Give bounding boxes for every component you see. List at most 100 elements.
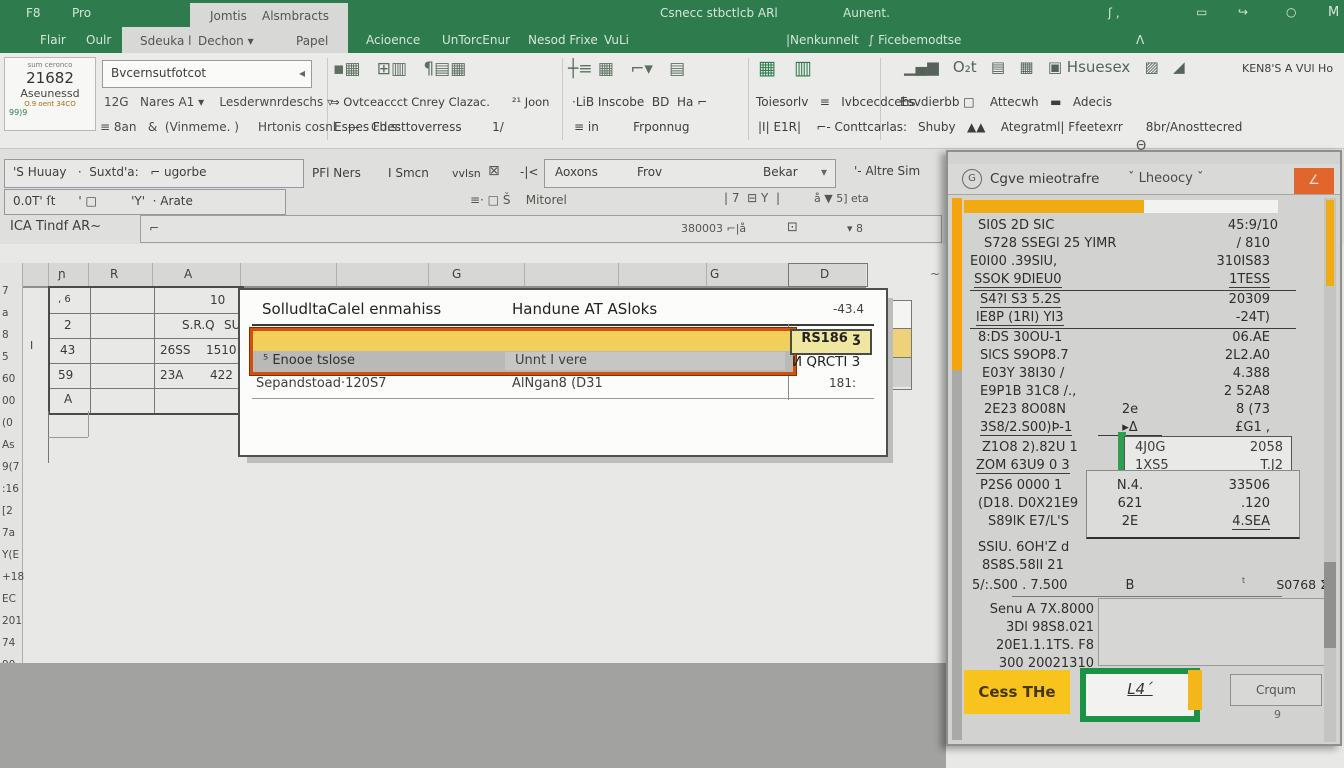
highlighted-value-box[interactable]: RS186 ʒ bbox=[790, 329, 872, 355]
alignment-label-row[interactable]: ⇒ Ovtceaccct Cnrey Clazac. ²¹ Joon bbox=[330, 95, 549, 109]
tab-dechon[interactable]: Dechon ▾ bbox=[198, 34, 254, 48]
list-item[interactable]: S728 SSEGl 25 YIMR / 810 bbox=[970, 236, 1296, 254]
collapse-icon[interactable]: Λ bbox=[1136, 33, 1144, 47]
frov-label[interactable]: Frov bbox=[637, 165, 662, 179]
autosave-label[interactable]: Aunent. bbox=[843, 6, 890, 20]
column-headers[interactable]: ɲ R A G G D bbox=[22, 263, 868, 288]
border-icons[interactable]: | 7 ⊟ Y | bbox=[724, 191, 780, 205]
file-menu[interactable]: F8 bbox=[26, 6, 41, 20]
tab-jomtis[interactable]: Jomtis bbox=[210, 9, 247, 23]
stats-card[interactable]: sum ceronco 21682 Aseunessd O.9 oent 34C… bbox=[4, 57, 96, 131]
altre-sim-label[interactable]: '- Altre Sim bbox=[854, 164, 920, 178]
row-number[interactable]: 00 bbox=[2, 395, 20, 407]
filter-box[interactable]: Aoxons Frov Bekar ▾ bbox=[544, 159, 836, 188]
tab-untorcenur[interactable]: UnTorcEnur bbox=[442, 33, 510, 47]
tab-vuli[interactable]: VuLi bbox=[604, 33, 629, 47]
font-tools-row[interactable]: 12G Nares A1 ▾ Lesderwnrdeschs ▿ bbox=[104, 95, 333, 109]
scrollbar-thumb[interactable] bbox=[1324, 562, 1336, 648]
i-smcn-label[interactable]: I Smcn bbox=[388, 166, 429, 180]
col-header-g1[interactable]: G bbox=[452, 267, 461, 281]
dialog-row[interactable]: Sepandstoad·120S7 AlNgan8 (D31 bbox=[250, 372, 790, 398]
number-icons[interactable]: ┼≡ ▦ ⌐▾ ▤ bbox=[568, 59, 685, 79]
tab-nenkunnelt[interactable]: |Nenkunnelt bbox=[786, 33, 859, 47]
name-box[interactable]: ICA Tindf AR~ bbox=[10, 219, 101, 234]
font-combobox[interactable]: Bvcernsutfotcot ◂ bbox=[102, 60, 312, 88]
alignment-icons[interactable]: ▪▦ ⊞▥ ¶▤▦ bbox=[333, 59, 466, 79]
tab-oulr[interactable]: Oulr bbox=[86, 33, 111, 47]
close-button[interactable]: ∠ bbox=[1294, 168, 1334, 194]
format-box[interactable]: 0.0T' ſt ' □ 'Y' · Arate bbox=[4, 189, 286, 215]
formula-input[interactable]: ⌐ 380003 ⌐|å ⊡ ▾ 8 bbox=[140, 215, 942, 243]
row-number[interactable]: +18 bbox=[2, 571, 24, 583]
pen-icon[interactable]: ʃ , bbox=[1108, 6, 1120, 20]
sort-icons[interactable]: å ▼ 5] eta bbox=[814, 192, 869, 205]
row-number[interactable]: 5 bbox=[2, 351, 20, 363]
chart-icons[interactable]: ▁▄▆ O₂t ▤ ▦ ▣ Hsuesex ▨ ◢ bbox=[904, 58, 1185, 76]
help-label[interactable]: KEN8'S A VUl Ho bbox=[1242, 62, 1333, 75]
number-label-row[interactable]: ·LiB Inscobe BD Ha ⌐ bbox=[572, 95, 707, 109]
vvlsn-label[interactable]: vvlsn bbox=[452, 167, 481, 180]
col-header-r[interactable]: R bbox=[110, 267, 118, 281]
signature-button[interactable]: L4ˊ bbox=[1080, 668, 1200, 722]
search-icon[interactable]: ○ bbox=[1286, 5, 1296, 19]
list-item[interactable]: E0I00 .39SlU, 310IS83 bbox=[970, 254, 1296, 272]
row-number[interactable]: (0 bbox=[2, 417, 20, 429]
col-header-a[interactable]: A bbox=[184, 267, 192, 281]
tab-flair[interactable]: Flair bbox=[40, 33, 66, 47]
row-number[interactable]: a bbox=[2, 307, 20, 319]
chevron-down-icon[interactable]: ◂ bbox=[299, 66, 305, 80]
share-icon[interactable]: ↪ bbox=[1238, 5, 1248, 19]
panel-subtitle[interactable]: ˇ Lheoocy ˇ bbox=[1128, 171, 1204, 186]
row-number[interactable]: Y(E bbox=[2, 549, 20, 561]
chevron-down-icon[interactable]: ▾ bbox=[821, 165, 827, 179]
list-item[interactable]: 8S8S.58lI 21 bbox=[970, 558, 1296, 576]
list-item[interactable]: SSIU. 6OH'Z d bbox=[970, 540, 1296, 558]
list-item[interactable]: lE8P (1RI) YI3 -24T) bbox=[970, 310, 1296, 329]
ribbon-display-icon[interactable]: ▭ bbox=[1196, 5, 1207, 19]
tab-acioence[interactable]: Acioence bbox=[366, 33, 420, 47]
primary-action-button[interactable]: Cess THe bbox=[964, 670, 1070, 714]
account-badge[interactable]: M bbox=[1328, 5, 1339, 20]
highlighted-cell[interactable] bbox=[885, 329, 911, 358]
cells-label-row2[interactable]: Shuby ▲▲ Ategratml| Ffeetexrr 8br/Anostt… bbox=[918, 120, 1242, 134]
aoxons-label[interactable]: Aoxons bbox=[555, 165, 598, 179]
row-number[interactable]: As bbox=[2, 439, 20, 451]
selected-row[interactable]: ⁵ Enooe tslose Unnt I vere bbox=[249, 327, 797, 376]
list-item[interactable]: (D18. D0X21E9 621 .120 bbox=[970, 496, 1296, 514]
panel-title-bar[interactable]: G Cgve mieotrafre ˇ Lheoocy ˇ bbox=[948, 164, 1340, 195]
row-number[interactable]: EC bbox=[2, 593, 20, 605]
fx-menu-item[interactable]: ∫ Ficebemodtse bbox=[868, 33, 961, 47]
dropdown-icon[interactable]: ▾ 8 bbox=[847, 222, 863, 235]
side-cell-column[interactable] bbox=[884, 300, 912, 390]
bekar-label[interactable]: Bekar bbox=[763, 165, 798, 179]
view-icons[interactable]: ≡· □ Š Mitorel bbox=[470, 193, 567, 207]
pfl-ners-label[interactable]: PFl Ners bbox=[312, 166, 361, 180]
checkbox-icon[interactable]: ⊠ bbox=[488, 163, 500, 179]
list-item[interactable]: 2E23 8O08N 2e 8 (73 bbox=[970, 402, 1296, 420]
secondary-button[interactable]: Crqum bbox=[1230, 674, 1322, 706]
back-icon[interactable]: G bbox=[962, 169, 982, 189]
tab-nesod-frixe[interactable]: Nesod Frixe bbox=[528, 33, 598, 47]
row-number[interactable]: 7a bbox=[2, 527, 20, 539]
number-label-row2[interactable]: ≡ in Frponnug bbox=[574, 120, 690, 134]
list-item[interactable]: S4?l S3 5.2S 20309 bbox=[970, 292, 1296, 310]
row-number[interactable]: [2 bbox=[2, 505, 20, 517]
list-item[interactable]: E03Y 38I30 / 4.388 bbox=[970, 366, 1296, 384]
list-item[interactable]: SI0S 2D SIC 45:9/10 bbox=[970, 218, 1304, 236]
list-item[interactable]: 8:DS 30OU-1 06.AE bbox=[970, 330, 1296, 348]
tab-papel[interactable]: Papel bbox=[296, 34, 328, 48]
list-item[interactable]: SSOK 9DIEU0 1TESS bbox=[970, 272, 1296, 291]
row-number[interactable]: 60 bbox=[2, 373, 20, 385]
styles-label-row2[interactable]: |I| E1R| ⌐- Conttcarlas: bbox=[758, 120, 907, 134]
list-item[interactable]: E9P1B 31C8 /., 2 52A8 bbox=[970, 384, 1296, 402]
row-number[interactable]: 201 bbox=[2, 615, 22, 627]
table-icons[interactable]: ▦ ▥ bbox=[758, 57, 812, 79]
tab-sdeuka[interactable]: Sdeuka l bbox=[140, 34, 191, 48]
col-header-n[interactable]: ɲ bbox=[58, 267, 66, 281]
list-item[interactable]: SlCS S9OP8.7 2L2.A0 bbox=[970, 348, 1296, 366]
insert-function-icon[interactable]: ⊡ bbox=[787, 220, 798, 235]
range-box[interactable]: 'S Huuay · Suxtd'a: ⌐ ugorbe bbox=[4, 159, 304, 188]
row-number[interactable]: :16 bbox=[2, 483, 20, 495]
row-number[interactable]: 74 bbox=[2, 637, 20, 649]
row-number[interactable]: 9(7 bbox=[2, 461, 20, 473]
